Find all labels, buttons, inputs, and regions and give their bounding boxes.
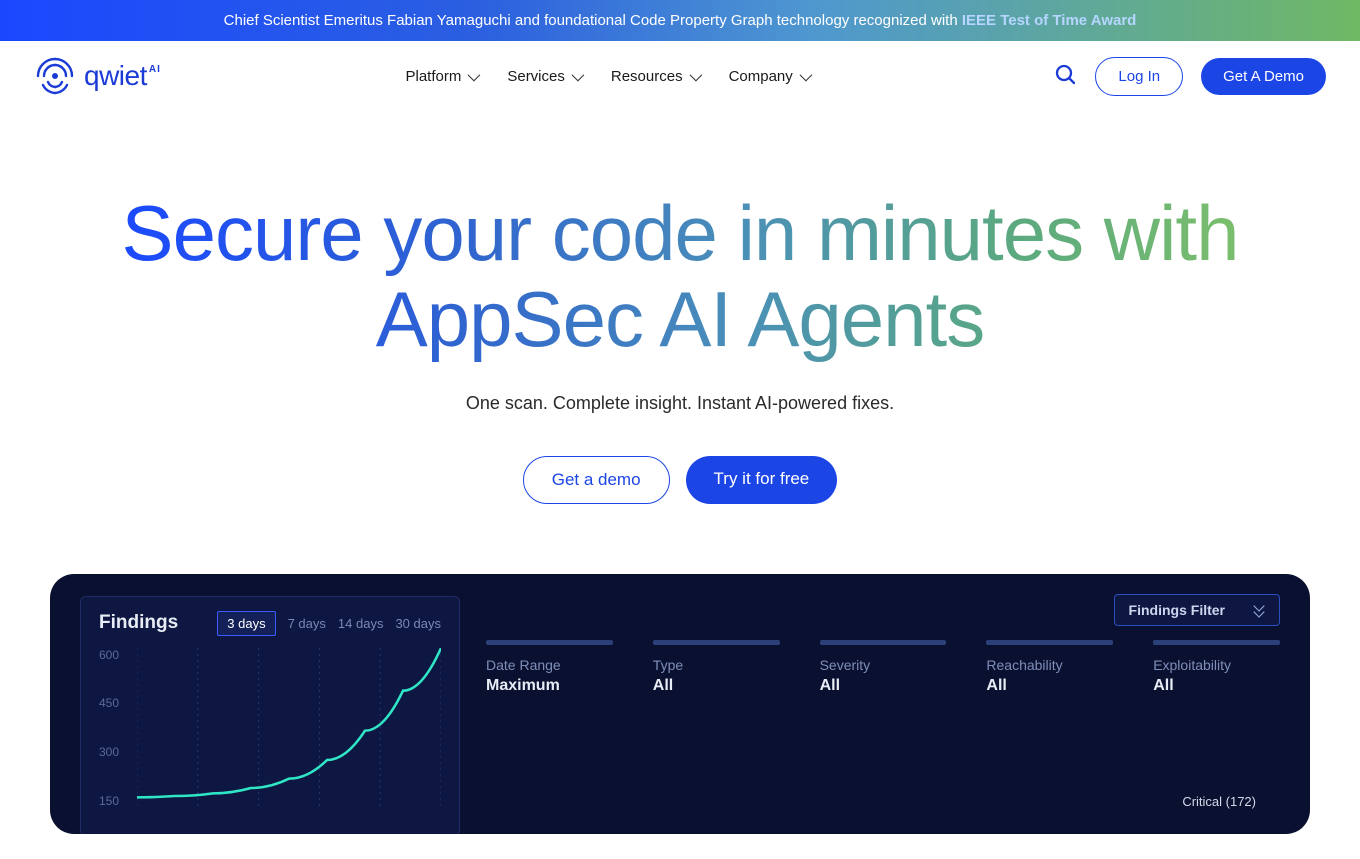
filter-label: Date Range [486, 657, 613, 673]
filter-value: All [820, 677, 947, 695]
y-tick: 150 [99, 794, 119, 808]
nav-label: Platform [405, 68, 461, 85]
filter-type[interactable]: Type All [653, 640, 780, 695]
chevron-down-icon [799, 68, 812, 81]
double-chevron-down-icon [1255, 603, 1265, 617]
search-icon[interactable] [1053, 62, 1077, 91]
findings-filter-button[interactable]: Findings Filter [1114, 594, 1280, 626]
date-range-tabs: 3 days 7 days 14 days 30 days [217, 611, 441, 636]
y-tick: 300 [99, 745, 119, 759]
range-tab-7days[interactable]: 7 days [288, 616, 326, 631]
range-tab-30days[interactable]: 30 days [395, 616, 441, 631]
nav-label: Company [729, 68, 793, 85]
filter-indicator-bar [820, 640, 947, 645]
filter-severity[interactable]: Severity All [820, 640, 947, 695]
filter-columns: Date Range Maximum Type All Severity All [486, 640, 1280, 695]
announcement-bar: Chief Scientist Emeritus Fabian Yamaguch… [0, 0, 1360, 41]
nav-label: Resources [611, 68, 683, 85]
filter-reachability[interactable]: Reachability All [986, 640, 1113, 695]
y-tick: 450 [99, 696, 119, 710]
filter-label: Reachability [986, 657, 1113, 673]
critical-count-label: Critical (172) [1182, 794, 1256, 809]
dashboard-preview-wrap: Findings 3 days 7 days 14 days 30 days 6… [0, 534, 1360, 834]
nav-company[interactable]: Company [729, 68, 809, 85]
brand-suffix: AI [149, 64, 161, 75]
hero-ctas: Get a demo Try it for free [40, 456, 1320, 504]
filter-value: All [653, 677, 780, 695]
findings-panel: Findings 3 days 7 days 14 days 30 days 6… [80, 596, 460, 834]
filter-value: All [1153, 677, 1280, 695]
header-actions: Log In Get A Demo [1053, 57, 1326, 96]
hero-try-free-button[interactable]: Try it for free [686, 456, 838, 504]
range-tab-14days[interactable]: 14 days [338, 616, 384, 631]
nav-resources[interactable]: Resources [611, 68, 699, 85]
logo-swirl-icon [34, 55, 76, 97]
filter-indicator-bar [486, 640, 613, 645]
hero-subhead: One scan. Complete insight. Instant AI-p… [40, 393, 1320, 414]
range-tab-3days[interactable]: 3 days [217, 611, 275, 636]
nav-platform[interactable]: Platform [405, 68, 477, 85]
filter-label: Severity [820, 657, 947, 673]
hero-headline: Secure your code in minutes with AppSec … [105, 191, 1255, 363]
chevron-down-icon [571, 68, 584, 81]
findings-filter-label: Findings Filter [1129, 602, 1225, 618]
hero-get-demo-button[interactable]: Get a demo [523, 456, 670, 504]
filter-exploitability[interactable]: Exploitability All [1153, 640, 1280, 695]
chevron-down-icon [689, 68, 702, 81]
filter-value: Maximum [486, 677, 613, 695]
filters-area: Findings Filter Date Range Maximum Type … [486, 596, 1280, 695]
nav-label: Services [507, 68, 565, 85]
filter-label: Exploitability [1153, 657, 1280, 673]
nav-services[interactable]: Services [507, 68, 581, 85]
findings-line-chart-svg [137, 648, 441, 808]
site-header: qwiet AI Platform Services Resources Com… [0, 41, 1360, 111]
main-nav: Platform Services Resources Company [405, 68, 808, 85]
filter-date-range[interactable]: Date Range Maximum [486, 640, 613, 695]
chevron-down-icon [468, 68, 481, 81]
filter-indicator-bar [653, 640, 780, 645]
announcement-text: Chief Scientist Emeritus Fabian Yamaguch… [224, 12, 962, 29]
dashboard-preview: Findings 3 days 7 days 14 days 30 days 6… [50, 574, 1310, 834]
findings-title: Findings [99, 612, 178, 634]
get-demo-button[interactable]: Get A Demo [1201, 58, 1326, 95]
announcement-link[interactable]: IEEE Test of Time Award [962, 12, 1137, 29]
hero-section: Secure your code in minutes with AppSec … [0, 111, 1360, 534]
brand-name: qwiet AI [84, 60, 161, 92]
filter-value: All [986, 677, 1113, 695]
filter-label: Type [653, 657, 780, 673]
brand-logo[interactable]: qwiet AI [34, 55, 161, 97]
chart-y-axis: 600 450 300 150 [99, 648, 119, 808]
findings-chart: 600 450 300 150 [99, 648, 441, 808]
filter-indicator-bar [986, 640, 1113, 645]
filter-indicator-bar [1153, 640, 1280, 645]
y-tick: 600 [99, 648, 119, 662]
login-button[interactable]: Log In [1095, 57, 1183, 96]
